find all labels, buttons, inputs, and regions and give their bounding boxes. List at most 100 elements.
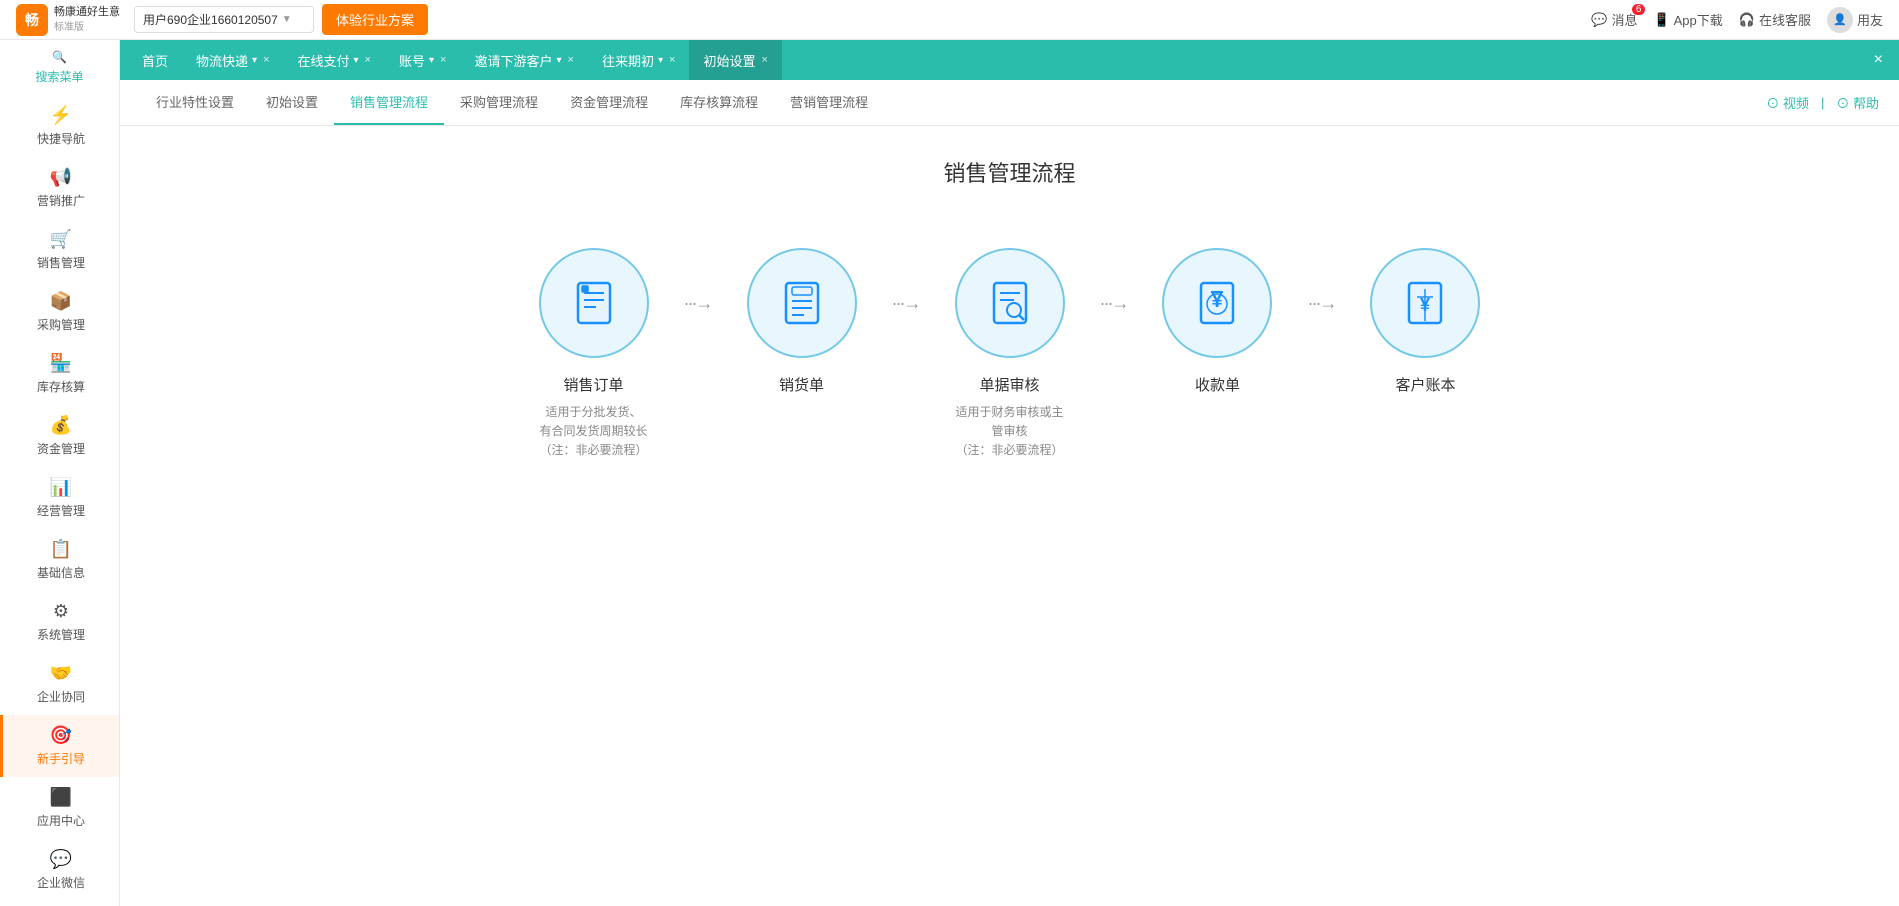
sidebar-item-quicknav[interactable]: ⚡ 快捷导航 (0, 95, 119, 157)
subtab-sales-flow[interactable]: 销售管理流程 (334, 80, 444, 125)
sidebar-item-inventory[interactable]: 🏪 库存核算 (0, 343, 119, 405)
tab-logistics-arrow: ▾ (252, 55, 257, 66)
tab-period-close[interactable]: × (669, 54, 675, 66)
tab-account-label: 账号 (399, 51, 425, 70)
sidebar-item-purchase[interactable]: 📦 采购管理 (0, 281, 119, 343)
tab-logistics-close[interactable]: × (263, 54, 269, 66)
sidebar-item-weixin[interactable]: 💬 企业微信 (0, 839, 119, 901)
sales-icon: 🛒 (50, 229, 72, 250)
basics-icon: 📋 (50, 539, 72, 560)
tab-logistics[interactable]: 物流快递 ▾ × (182, 40, 283, 80)
user-selector[interactable]: 用户690企业1660120507 ▼ (134, 6, 314, 33)
subtab-marketing-flow[interactable]: 营销管理流程 (774, 80, 884, 125)
subtab-sales-flow-label: 销售管理流程 (350, 95, 428, 110)
message-button[interactable]: 💬 消息 6 (1591, 10, 1637, 29)
sub-tabs-right: ⊙ 视频 | ⊙ 帮助 (1766, 93, 1879, 112)
main-body: 🔍 搜索菜单 ⚡ 快捷导航 📢 营销推广 🛒 销售管理 📦 采购管理 🏪 (0, 40, 1899, 906)
flow-step-ledger: ¥ 客户账本 (1335, 248, 1515, 403)
tab-invite-close[interactable]: × (568, 54, 574, 66)
flow-arrow-2: ···→ (892, 248, 920, 314)
sidebar-item-label: 采购管理 (37, 316, 85, 333)
subtab-finance-flow[interactable]: 资金管理流程 (554, 80, 664, 125)
sidebar-item-label: 系统管理 (37, 626, 85, 643)
top-bar-left: 畅 畅康通好生意标准版 用户690企业1660120507 ▼ 体验行业方案 (16, 4, 428, 36)
appcenter-icon: ⬛ (50, 787, 72, 808)
subtab-industry[interactable]: 行业特性设置 (140, 80, 250, 125)
subtab-finance-flow-label: 资金管理流程 (570, 95, 648, 110)
flow-steps: 销售订单 适用于分批发货、有合同发货周期较长（注：非必要流程） ···→ (160, 248, 1859, 461)
flow-arrow-3: ···→ (1100, 248, 1128, 314)
subtab-purchase-flow[interactable]: 采购管理流程 (444, 80, 554, 125)
tab-account[interactable]: 账号 ▾ × (385, 40, 460, 80)
sidebar-search-label: 搜索菜单 (35, 68, 83, 85)
sidebar-item-operations[interactable]: 📊 经营管理 (0, 467, 119, 529)
tab-period[interactable]: 往来期初 ▾ × (588, 40, 689, 80)
step-name-delivery: 销货单 (779, 374, 824, 395)
subtab-inventory-flow[interactable]: 库存核算流程 (664, 80, 774, 125)
logo-icon: 畅 (16, 4, 48, 36)
sidebar-item-search[interactable]: 🔍 搜索菜单 (0, 40, 119, 95)
app-download-button[interactable]: 📱 App下载 (1653, 10, 1722, 29)
service-button[interactable]: 🎧 在线客服 (1739, 10, 1811, 29)
step-circle-receipt[interactable]: ¥ (1162, 248, 1272, 358)
avatar: 👤 (1827, 7, 1853, 33)
system-icon: ⚙ (53, 601, 69, 622)
sidebar-item-marketing[interactable]: 📢 营销推广 (0, 157, 119, 219)
subtab-industry-label: 行业特性设置 (156, 95, 234, 110)
app-icon: 📱 (1653, 12, 1669, 28)
step-circle-salesorder[interactable] (539, 248, 649, 358)
user-menu-button[interactable]: 👤 用友 (1827, 7, 1883, 33)
trial-button[interactable]: 体验行业方案 (322, 4, 428, 35)
tab-invite[interactable]: 邀请下游客户 ▾ × (460, 40, 587, 80)
service-icon: 🎧 (1739, 12, 1755, 28)
finance-icon: 💰 (50, 415, 72, 436)
guide-icon: 🎯 (50, 725, 72, 746)
step-desc-salesorder: 适用于分批发货、有合同发货周期较长（注：非必要流程） (540, 403, 648, 461)
tab-account-close[interactable]: × (440, 54, 446, 66)
purchase-icon: 📦 (50, 291, 72, 312)
sidebar-item-collab[interactable]: 🤝 企业协同 (0, 653, 119, 715)
tab-period-label: 往来期初 (602, 51, 654, 70)
tab-home-label: 首页 (142, 51, 168, 70)
sidebar-item-label: 经营管理 (37, 502, 85, 519)
sidebar-item-system[interactable]: ⚙ 系统管理 (0, 591, 119, 653)
tab-init-settings[interactable]: 初始设置 × (689, 40, 781, 80)
tab-payment-close[interactable]: × (365, 54, 371, 66)
flow-page: 销售管理流程 (120, 126, 1899, 491)
weixin-icon: 💬 (50, 849, 72, 870)
nav-tabs-bar: 首页 物流快递 ▾ × 在线支付 ▾ × 账号 ▾ × (120, 40, 1899, 80)
tab-init-settings-close[interactable]: × (761, 54, 767, 66)
logo-text: 畅康通好生意标准版 (54, 5, 120, 34)
close-all-tabs[interactable]: × (1866, 51, 1891, 69)
subtab-purchase-flow-label: 采购管理流程 (460, 95, 538, 110)
sidebar-item-label: 新手引导 (37, 750, 85, 767)
sidebar-item-appcenter[interactable]: ⬛ 应用中心 (0, 777, 119, 839)
step-name-review: 单据审核 (979, 374, 1039, 395)
sidebar-item-label: 企业微信 (37, 874, 85, 891)
service-label: 在线客服 (1759, 10, 1811, 29)
tab-home[interactable]: 首页 (128, 40, 182, 80)
tab-init-settings-label: 初始设置 (703, 51, 755, 70)
step-circle-ledger[interactable]: ¥ (1370, 248, 1480, 358)
subtab-initial[interactable]: 初始设置 (250, 80, 334, 125)
sidebar-item-sales[interactable]: 🛒 销售管理 (0, 219, 119, 281)
delivery-icon (776, 277, 828, 329)
step-circle-delivery[interactable] (747, 248, 857, 358)
flow-step-review: 单据审核 适用于财务审核或主管审核（注：非必要流程） (920, 248, 1100, 461)
flow-title: 销售管理流程 (160, 156, 1859, 188)
sidebar-item-finance[interactable]: 💰 资金管理 (0, 405, 119, 467)
video-link[interactable]: ⊙ 视频 (1766, 93, 1809, 112)
tab-logistics-label: 物流快递 (196, 51, 248, 70)
sidebar-item-label: 应用中心 (37, 812, 85, 829)
page-content: 销售管理流程 (120, 126, 1899, 906)
tab-payment[interactable]: 在线支付 ▾ × (284, 40, 385, 80)
subtab-initial-label: 初始设置 (266, 95, 318, 110)
sidebar-item-guide[interactable]: 🎯 新手引导 (0, 715, 119, 777)
sidebar-item-basics[interactable]: 📋 基础信息 (0, 529, 119, 591)
sidebar-item-member[interactable]: ⭐ 畅会员 (0, 901, 119, 906)
app-label: App下载 (1674, 10, 1723, 29)
step-circle-review[interactable] (955, 248, 1065, 358)
message-icon: 💬 (1591, 12, 1607, 28)
top-bar: 畅 畅康通好生意标准版 用户690企业1660120507 ▼ 体验行业方案 💬… (0, 0, 1899, 40)
help-link[interactable]: ⊙ 帮助 (1836, 93, 1879, 112)
